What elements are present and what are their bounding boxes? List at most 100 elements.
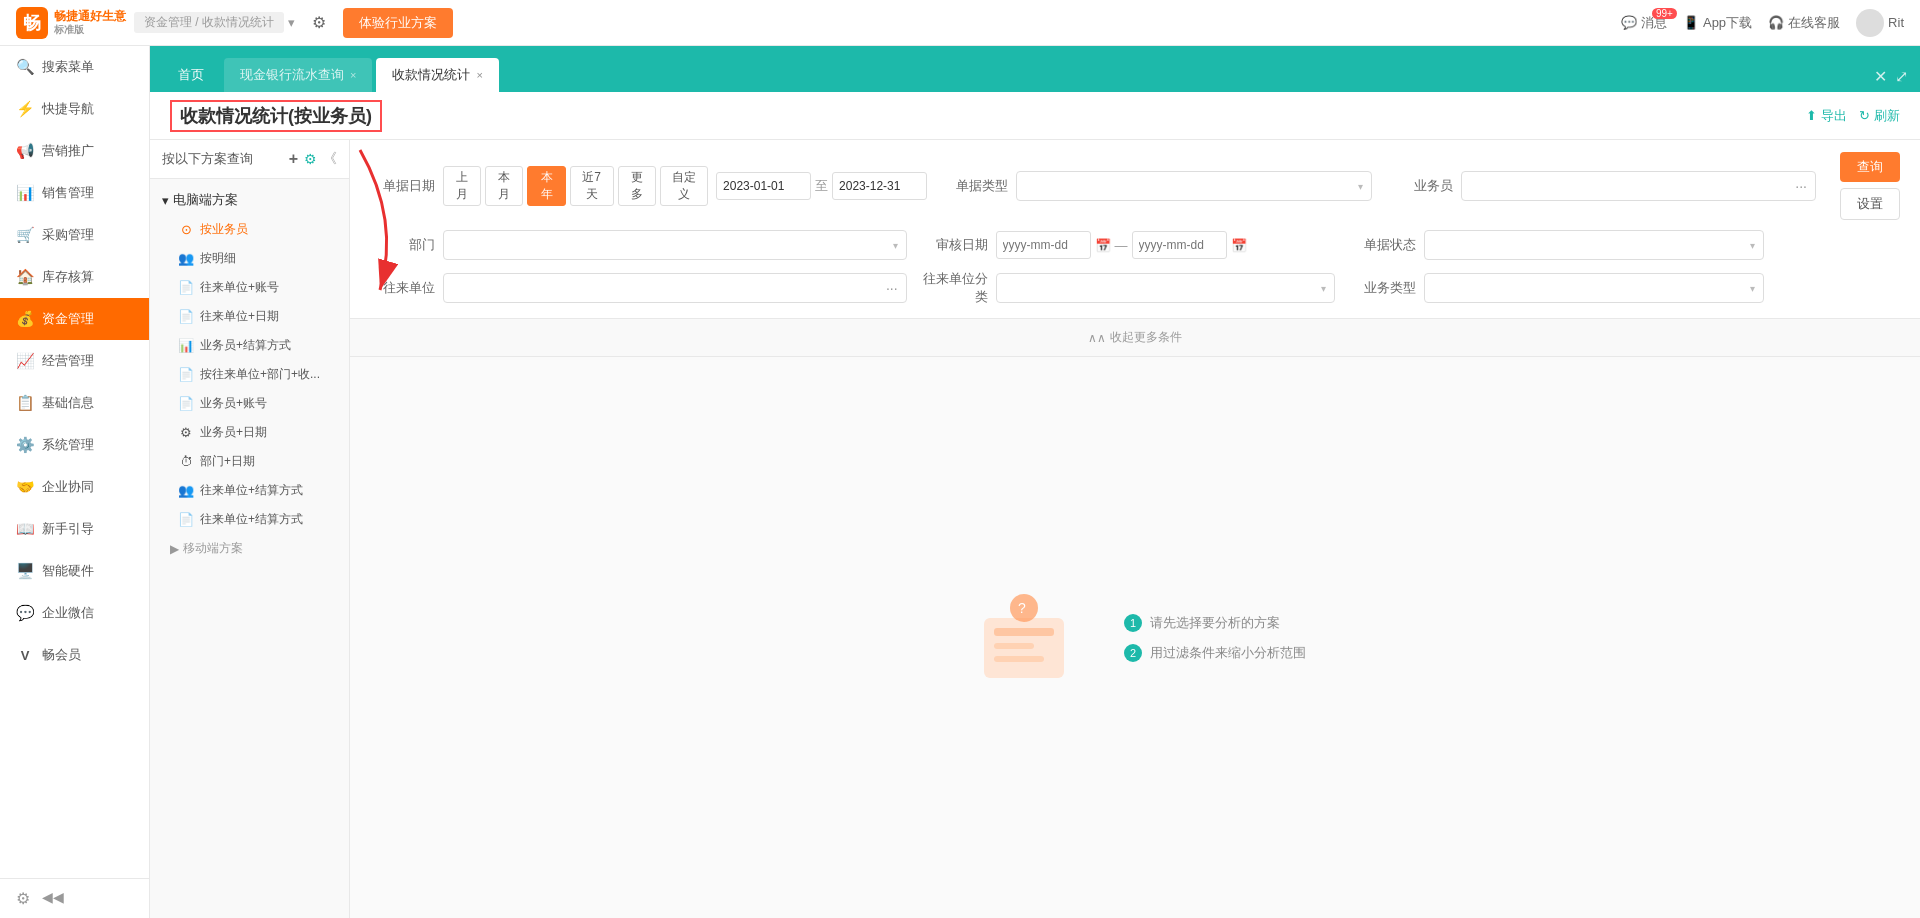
export-icon: ⬆ (1806, 108, 1817, 123)
tree-group-mobile[interactable]: ▶ 移动端方案 (150, 534, 349, 563)
user-avatar[interactable]: Rit (1856, 9, 1904, 37)
main-layout: 🔍 搜索菜单 ⚡ 快捷导航 📢 营销推广 📊 销售管理 🛒 采购管理 🏠 库存核… (0, 46, 1920, 918)
finance-icon: 💰 (16, 310, 34, 328)
app-name: 畅捷通好生意 (54, 9, 126, 23)
top-bar: 畅 畅捷通好生意 标准版 资金管理 / 收款情况统计 ▾ ⚙ 体验行业方案 💬 … (0, 0, 1920, 46)
sidebar-item-sales[interactable]: 📊 销售管理 (0, 172, 149, 214)
tab-cashflow[interactable]: 现金银行流水查询 × (224, 58, 372, 92)
tree-item-label-party-date: 往来单位+日期 (200, 308, 279, 325)
tab-receipts-close[interactable]: × (476, 69, 482, 81)
sidebar-item-search[interactable]: 🔍 搜索菜单 (0, 46, 149, 88)
collapse-bar[interactable]: ∧∧ 收起更多条件 (350, 319, 1920, 357)
refresh-icon: ↻ (1859, 108, 1870, 123)
online-service-button[interactable]: 🎧 在线客服 (1768, 14, 1840, 32)
salesperson-select[interactable]: ··· (1461, 171, 1816, 201)
doc-status-select[interactable]: ▾ (1424, 230, 1764, 260)
salesperson-field: 业务员 ··· (1388, 171, 1816, 201)
audit-date-from[interactable] (996, 231, 1091, 259)
message-button[interactable]: 💬 消息 99+ (1621, 14, 1667, 32)
date-from-input[interactable] (716, 172, 811, 200)
tab-home[interactable]: 首页 (162, 58, 220, 92)
sidebar-item-basicinfo[interactable]: 📋 基础信息 (0, 382, 149, 424)
tree-item-icon-detail: 👥 (178, 251, 194, 267)
tab-close-all-button[interactable]: ✕ (1874, 67, 1887, 86)
chevron-down-icon[interactable]: ▾ (288, 15, 295, 30)
tree-item-by-detail[interactable]: 👥 按明细 (150, 244, 349, 273)
sidebar-item-vip[interactable]: V 畅会员 (0, 634, 149, 676)
salesperson-more-icon[interactable]: ··· (1795, 178, 1807, 194)
tree-item-party-date[interactable]: 📄 往来单位+日期 (150, 302, 349, 331)
filter-area: 单据日期 上月 本月 本年 近7天 更多 自定义 (350, 140, 1920, 319)
date-to-input[interactable] (832, 172, 927, 200)
tab-home-label: 首页 (178, 66, 204, 84)
date-btn-more[interactable]: 更多 (618, 166, 656, 206)
sidebar-settings-icon[interactable]: ⚙ (16, 889, 30, 908)
audit-calendar-from-icon[interactable]: 📅 (1095, 238, 1111, 253)
tree-item-party-account[interactable]: 📄 往来单位+账号 (150, 273, 349, 302)
left-panel: 按以下方案查询 + ⚙ 《 ▾ 电脑端方案 (150, 140, 350, 918)
tree-item-salesperson-settle[interactable]: 📊 业务员+结算方式 (150, 331, 349, 360)
settings-button[interactable]: 设置 (1840, 188, 1900, 220)
sidebar-item-operations[interactable]: 📈 经营管理 (0, 340, 149, 382)
sidebar-item-marketing[interactable]: 📢 营销推广 (0, 130, 149, 172)
right-content: 单据日期 上月 本月 本年 近7天 更多 自定义 (350, 140, 1920, 918)
step1-num: 1 (1124, 614, 1142, 632)
plan-button[interactable]: 体验行业方案 (343, 8, 453, 38)
audit-date-to[interactable] (1132, 231, 1227, 259)
date-btn-this-year[interactable]: 本年 (527, 166, 565, 206)
date-btn-last-month[interactable]: 上月 (443, 166, 481, 206)
sidebar-item-hardware[interactable]: 🖥️ 智能硬件 (0, 550, 149, 592)
tree-item-salesperson-date[interactable]: ⚙ 业务员+日期 (150, 418, 349, 447)
counter-party-type-chevron-icon: ▾ (1321, 283, 1326, 294)
sidebar-item-quicknav[interactable]: ⚡ 快捷导航 (0, 88, 149, 130)
sidebar-item-inventory[interactable]: 🏠 库存核算 (0, 256, 149, 298)
tree-item-salesperson-account[interactable]: 📄 业务员+账号 (150, 389, 349, 418)
app-download-button[interactable]: 📱 App下载 (1683, 14, 1752, 32)
tree-item-label-salesperson-settle: 业务员+结算方式 (200, 337, 291, 354)
add-plan-button[interactable]: + (289, 150, 298, 168)
sidebar-label-finance: 资金管理 (42, 310, 94, 328)
tree-item-party-settle2[interactable]: 📄 往来单位+结算方式 (150, 505, 349, 534)
tree-item-party-dept-collect[interactable]: 📄 按往来单位+部门+收... (150, 360, 349, 389)
tree-item-party-settle1[interactable]: 👥 往来单位+结算方式 (150, 476, 349, 505)
counter-party-type-select[interactable]: ▾ (996, 273, 1336, 303)
panel-collapse-button[interactable]: 《 (323, 150, 337, 168)
sidebar-item-purchase[interactable]: 🛒 采购管理 (0, 214, 149, 256)
counter-party-select[interactable]: ··· (443, 273, 907, 303)
empty-content: ? 1 请先选择要分析的方案 2 用过滤条件来缩小分析范围 (964, 578, 1306, 698)
sidebar-item-wechat[interactable]: 💬 企业微信 (0, 592, 149, 634)
tab-maximize-button[interactable]: ⤢ (1895, 67, 1908, 86)
doctype-select[interactable]: ▾ (1016, 171, 1371, 201)
dept-select[interactable]: ▾ (443, 230, 907, 260)
sidebar-item-enterprise[interactable]: 🤝 企业协同 (0, 466, 149, 508)
audit-calendar-to-icon[interactable]: 📅 (1231, 238, 1247, 253)
quicknav-icon: ⚡ (16, 100, 34, 118)
tab-cashflow-close[interactable]: × (350, 69, 356, 81)
tree-item-dept-date[interactable]: ⏱ 部门+日期 (150, 447, 349, 476)
sidebar-item-system[interactable]: ⚙️ 系统管理 (0, 424, 149, 466)
marketing-icon: 📢 (16, 142, 34, 160)
date-btn-custom[interactable]: 自定义 (660, 166, 708, 206)
counter-party-more-icon[interactable]: ··· (886, 280, 898, 296)
date-btn-this-month[interactable]: 本月 (485, 166, 523, 206)
sidebar-label-vip: 畅会员 (42, 646, 81, 664)
settings-icon[interactable]: ⚙ (303, 7, 335, 39)
export-button[interactable]: ⬆ 导出 (1806, 107, 1847, 125)
sidebar-item-finance[interactable]: 💰 资金管理 (0, 298, 149, 340)
panel-icons: + ⚙ 《 (289, 150, 337, 168)
tree-item-by-salesperson[interactable]: ⊙ 按业务员 (150, 215, 349, 244)
tree-group-pc[interactable]: ▾ 电脑端方案 (150, 185, 349, 215)
sidebar-item-guide[interactable]: 📖 新手引导 (0, 508, 149, 550)
sidebar-label-operations: 经营管理 (42, 352, 94, 370)
message-icon: 💬 (1621, 15, 1637, 30)
refresh-button[interactable]: ↻ 刷新 (1859, 107, 1900, 125)
query-button[interactable]: 查询 (1840, 152, 1900, 182)
tree-item-label-dept-date: 部门+日期 (200, 453, 255, 470)
tab-receipts[interactable]: 收款情况统计 × (376, 58, 498, 92)
logo-icon: 畅 (16, 7, 48, 39)
date-btn-7days[interactable]: 近7天 (570, 166, 614, 206)
business-type-select[interactable]: ▾ (1424, 273, 1764, 303)
sidebar-collapse-icon[interactable]: ◀◀ (42, 889, 64, 908)
sidebar-label-wechat: 企业微信 (42, 604, 94, 622)
plan-settings-button[interactable]: ⚙ (304, 151, 317, 167)
